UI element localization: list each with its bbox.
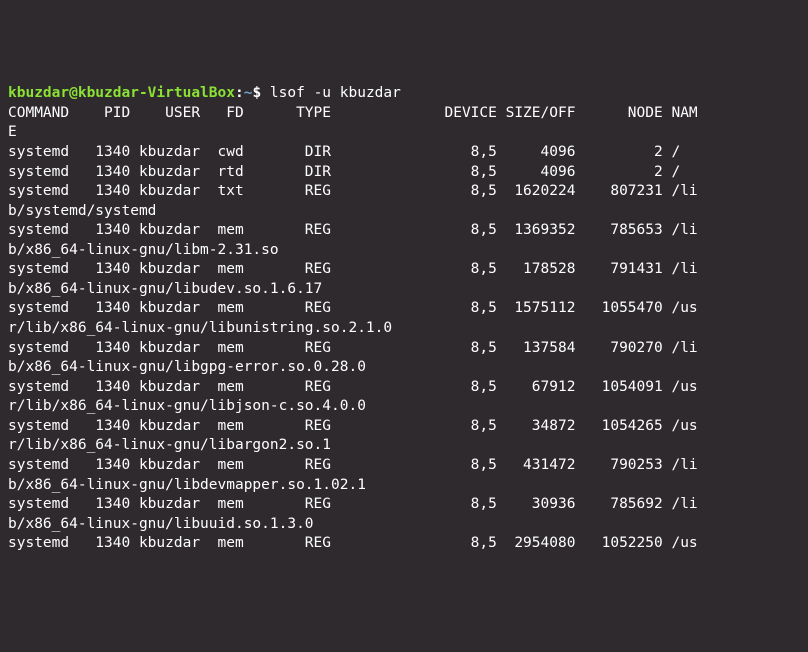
output-header-line2: E: [8, 124, 17, 140]
output-row: b/systemd/systemd: [8, 203, 156, 219]
output-row: systemd 1340 kbuzdar mem REG 8,5 178528 …: [8, 261, 698, 277]
output-row: systemd 1340 kbuzdar mem REG 8,5 2954080…: [8, 535, 698, 551]
output-row: r/lib/x86_64-linux-gnu/libjson-c.so.4.0.…: [8, 398, 366, 414]
output-row: b/x86_64-linux-gnu/libuuid.so.1.3.0: [8, 516, 314, 532]
output-row: systemd 1340 kbuzdar cwd DIR 8,5 4096 2 …: [8, 144, 680, 160]
output-row: systemd 1340 kbuzdar rtd DIR 8,5 4096 2 …: [8, 164, 680, 180]
prompt-colon: :: [235, 85, 244, 101]
output-row: r/lib/x86_64-linux-gnu/libunistring.so.2…: [8, 320, 392, 336]
output-row: systemd 1340 kbuzdar mem REG 8,5 67912 1…: [8, 379, 698, 395]
output-row: systemd 1340 kbuzdar mem REG 8,5 1575112…: [8, 300, 698, 316]
output-row: b/x86_64-linux-gnu/libudev.so.1.6.17: [8, 281, 322, 297]
output-row: b/x86_64-linux-gnu/libdevmapper.so.1.02.…: [8, 477, 366, 493]
prompt-userhost: kbuzdar@kbuzdar-VirtualBox: [8, 85, 235, 101]
output-header-line1: COMMAND PID USER FD TYPE DEVICE SIZE/OFF…: [8, 105, 698, 121]
output-row: systemd 1340 kbuzdar mem REG 8,5 1369352…: [8, 222, 698, 238]
terminal-window[interactable]: kbuzdar@kbuzdar-VirtualBox:~$ lsof -u kb…: [8, 84, 800, 554]
output-row: r/lib/x86_64-linux-gnu/libargon2.so.1: [8, 437, 331, 453]
prompt-line: kbuzdar@kbuzdar-VirtualBox:~$ lsof -u kb…: [8, 85, 401, 101]
output-row: systemd 1340 kbuzdar txt REG 8,5 1620224…: [8, 183, 698, 199]
output-row: systemd 1340 kbuzdar mem REG 8,5 137584 …: [8, 340, 698, 356]
output-row: systemd 1340 kbuzdar mem REG 8,5 34872 1…: [8, 418, 698, 434]
output-row: b/x86_64-linux-gnu/libgpg-error.so.0.28.…: [8, 359, 366, 375]
command-text: lsof -u kbuzdar: [270, 85, 401, 101]
prompt-dollar: $: [252, 85, 269, 101]
output-row: b/x86_64-linux-gnu/libm-2.31.so: [8, 242, 279, 258]
output-row: systemd 1340 kbuzdar mem REG 8,5 431472 …: [8, 457, 698, 473]
